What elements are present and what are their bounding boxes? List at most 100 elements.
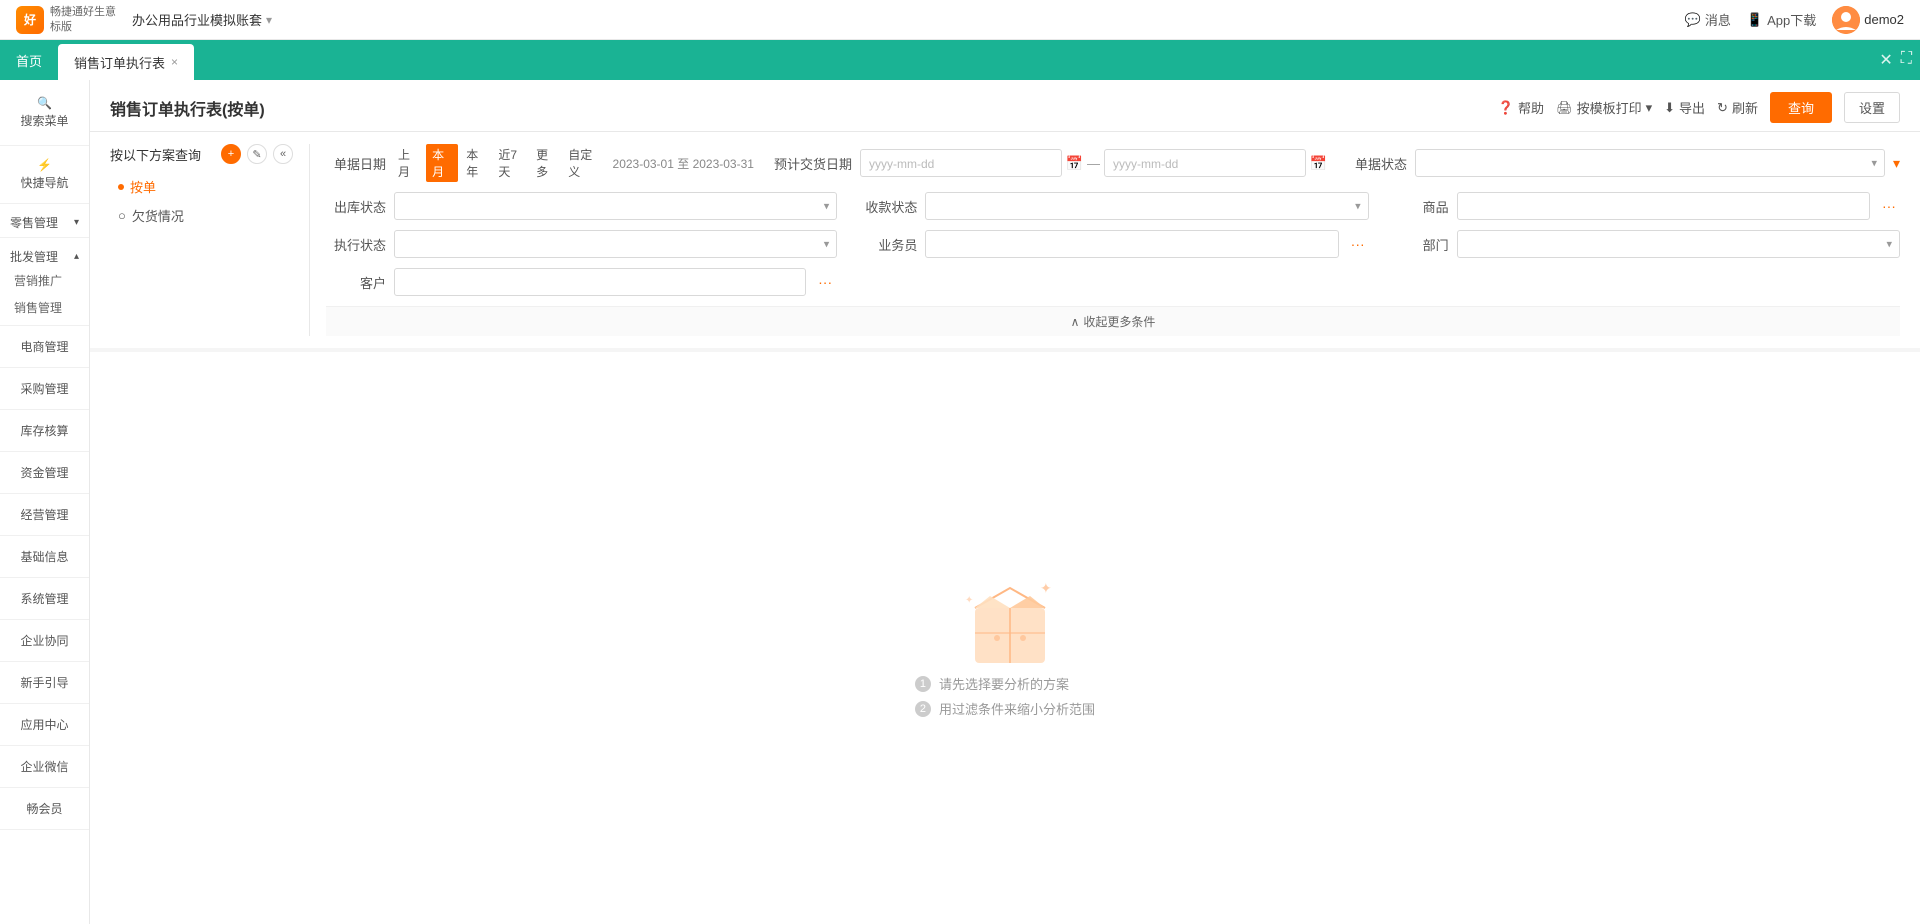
data-area: ✦ ✦ 1 请先选择要分析的方案 2 用过滤条件来缩小分析范围 <box>90 352 1920 924</box>
date-shortcut-last-month[interactable]: 上月 <box>394 144 422 182</box>
sidebar-item-member[interactable]: 畅会员 <box>0 792 89 825</box>
status-select[interactable] <box>1415 149 1885 177</box>
avatar <box>1832 6 1860 34</box>
expected-date-to[interactable] <box>1104 149 1306 177</box>
logo-area: 好 畅捷通好生意 标版 <box>16 5 116 34</box>
refresh-button[interactable]: ↻ 刷新 <box>1717 98 1758 117</box>
quick-nav-icon: ⚡ <box>37 158 52 172</box>
main-layout: 🔍 搜索菜单 ⚡ 快捷导航 零售管理 ▾ 批发管理 ▴ 营销推广 <box>0 80 1920 924</box>
sidebar-appcenter-section: 应用中心 <box>0 704 89 746</box>
salesman-input[interactable] <box>925 230 1338 258</box>
customer-picker-button[interactable]: ··· <box>814 274 836 290</box>
tab-home[interactable]: 首页 <box>0 40 58 80</box>
sidebar-retail-header[interactable]: 零售管理 ▾ <box>0 208 89 233</box>
export-button[interactable]: ⬇ 导出 <box>1664 98 1705 117</box>
goods-input[interactable] <box>1457 192 1870 220</box>
salesman-picker-button[interactable]: ··· <box>1347 236 1369 252</box>
customer-label: 客户 <box>326 273 386 292</box>
sidebar-item-ecom[interactable]: 电商管理 <box>0 330 89 363</box>
sidebar-item-finance[interactable]: 资金管理 <box>0 456 89 489</box>
filter-field-goods: 商品 ··· <box>1389 192 1900 220</box>
sidebar-finance-section: 资金管理 <box>0 452 89 494</box>
sidebar-item-purchase[interactable]: 采购管理 <box>0 372 89 405</box>
date-label: 单据日期 <box>326 154 386 173</box>
sidebar-item-operation[interactable]: 经营管理 <box>0 498 89 531</box>
user-area[interactable]: demo2 <box>1832 6 1904 34</box>
filter-field-status: 单据状态 ▾ <box>1347 149 1900 177</box>
message-icon: 💬 <box>1685 12 1701 28</box>
content-area: 销售订单执行表(按单) ❓ 帮助 🖨 按模板打印 ▾ ⬇ 导出 ↻ 刷新 <box>90 80 1920 924</box>
sidebar-wholesale-header[interactable]: 批发管理 ▴ <box>0 242 89 267</box>
top-bar-right: 💬 消息 📱 App下载 demo2 <box>1685 6 1904 34</box>
execstatus-select[interactable] <box>394 230 837 258</box>
goods-picker-button[interactable]: ··· <box>1878 198 1900 214</box>
scheme-item-欠货情况[interactable]: ○ 欠货情况 <box>110 201 293 230</box>
sidebar-item-appcenter[interactable]: 应用中心 <box>0 708 89 741</box>
sidebar-item-sales[interactable]: 销售管理 <box>0 294 89 321</box>
dept-select[interactable] <box>1457 230 1900 258</box>
receipt-select[interactable] <box>925 192 1368 220</box>
sidebar-wholesale-section: 批发管理 ▴ 营销推广 销售管理 <box>0 238 89 326</box>
sidebar-search-button[interactable]: 🔍 搜索菜单 <box>10 88 79 137</box>
sidebar-item-basic[interactable]: 基础信息 <box>0 540 89 573</box>
date-shortcut-this-month[interactable]: 本月 <box>426 144 458 182</box>
filter-right-panel: 单据日期 上月 本月 本年 近7天 更多 自定义 2023-03-01 至 20… <box>310 144 1900 336</box>
receipt-select-wrapper <box>925 192 1368 220</box>
calendar-to-icon[interactable]: 📅 <box>1310 155 1327 172</box>
sidebar-item-enterprise[interactable]: 企业协同 <box>0 624 89 657</box>
date-shortcut-custom[interactable]: 自定义 <box>564 144 602 182</box>
date-shortcut-this-year[interactable]: 本年 <box>462 144 490 182</box>
date-shortcut-7days[interactable]: 近7天 <box>494 144 528 182</box>
print-button[interactable]: 🖨 按模板打印 ▾ <box>1556 98 1652 117</box>
sidebar-item-quick-nav[interactable]: ⚡ 快捷导航 <box>0 150 89 199</box>
scheme-icon: ○ <box>118 208 126 223</box>
page-title: 销售订单执行表(按单) <box>110 96 265 120</box>
collapse-scheme-button[interactable]: « <box>273 144 293 164</box>
help-button[interactable]: ❓ 帮助 <box>1498 98 1544 117</box>
sidebar-operation-section: 经营管理 <box>0 494 89 536</box>
tab-expand-button[interactable]: ⛶ <box>1901 50 1912 70</box>
tab-close-button[interactable]: × <box>171 55 178 69</box>
sidebar-item-inventory[interactable]: 库存核算 <box>0 414 89 447</box>
filter-left-title: 按以下方案查询 <box>110 145 201 164</box>
refresh-icon: ↻ <box>1717 100 1728 116</box>
print-dropdown-icon: ▾ <box>1646 100 1653 116</box>
filter-field-dept: 部门 <box>1389 230 1900 258</box>
filter-field-outstatus: 出库状态 <box>326 192 837 220</box>
add-scheme-button[interactable]: + <box>221 144 241 164</box>
app-download-button[interactable]: 📱 App下载 <box>1747 10 1816 29</box>
customer-input[interactable] <box>394 268 806 296</box>
edit-scheme-button[interactable]: ✎ <box>247 144 267 164</box>
sidebar-item-wechat[interactable]: 企业微信 <box>0 750 89 783</box>
status-dropdown-icon: ▾ <box>1893 155 1900 172</box>
sidebar-quick-nav: ⚡ 快捷导航 <box>0 146 89 204</box>
help-icon: ❓ <box>1498 100 1514 116</box>
sidebar-retail-section: 零售管理 ▾ <box>0 204 89 238</box>
setting-button[interactable]: 设置 <box>1844 92 1900 123</box>
sidebar-item-newbie[interactable]: 新手引导 <box>0 666 89 699</box>
outstatus-select[interactable] <box>394 192 837 220</box>
sidebar-purchase-section: 采购管理 <box>0 368 89 410</box>
collapse-bar[interactable]: ∧ 收起更多条件 <box>326 306 1900 336</box>
expected-date-from[interactable] <box>860 149 1062 177</box>
scheme-item-按单[interactable]: 按单 <box>110 172 293 201</box>
page-header-actions: ❓ 帮助 🖨 按模板打印 ▾ ⬇ 导出 ↻ 刷新 查询 设置 <box>1498 92 1900 123</box>
sidebar-item-system[interactable]: 系统管理 <box>0 582 89 615</box>
sidebar-item-marketing[interactable]: 营销推广 <box>0 267 89 294</box>
tab-sales-order[interactable]: 销售订单执行表 × <box>58 44 194 80</box>
top-bar: 好 畅捷通好生意 标版 办公用品行业模拟账套 ▾ 💬 消息 📱 App下载 de… <box>0 0 1920 40</box>
app-icon: 📱 <box>1747 12 1763 28</box>
filter-row-3: 执行状态 业务员 ··· <box>326 230 1900 258</box>
filter-area: 按以下方案查询 + ✎ « <box>90 132 1920 348</box>
query-button[interactable]: 查询 <box>1770 92 1832 123</box>
empty-tips: 1 请先选择要分析的方案 2 用过滤条件来缩小分析范围 <box>915 674 1095 718</box>
export-icon: ⬇ <box>1664 100 1675 116</box>
date-shortcut-more[interactable]: 更多 <box>532 144 560 182</box>
message-button[interactable]: 💬 消息 <box>1685 10 1731 29</box>
tab-bar-actions: ✕ ⛶ <box>1879 50 1912 70</box>
sidebar: 🔍 搜索菜单 ⚡ 快捷导航 零售管理 ▾ 批发管理 ▴ 营销推广 <box>0 80 90 924</box>
expected-date-label: 预计交货日期 <box>774 154 852 173</box>
filter-left-actions: + ✎ « <box>221 144 293 164</box>
calendar-from-icon[interactable]: 📅 <box>1066 155 1083 172</box>
tab-close-all-button[interactable]: ✕ <box>1879 50 1892 70</box>
